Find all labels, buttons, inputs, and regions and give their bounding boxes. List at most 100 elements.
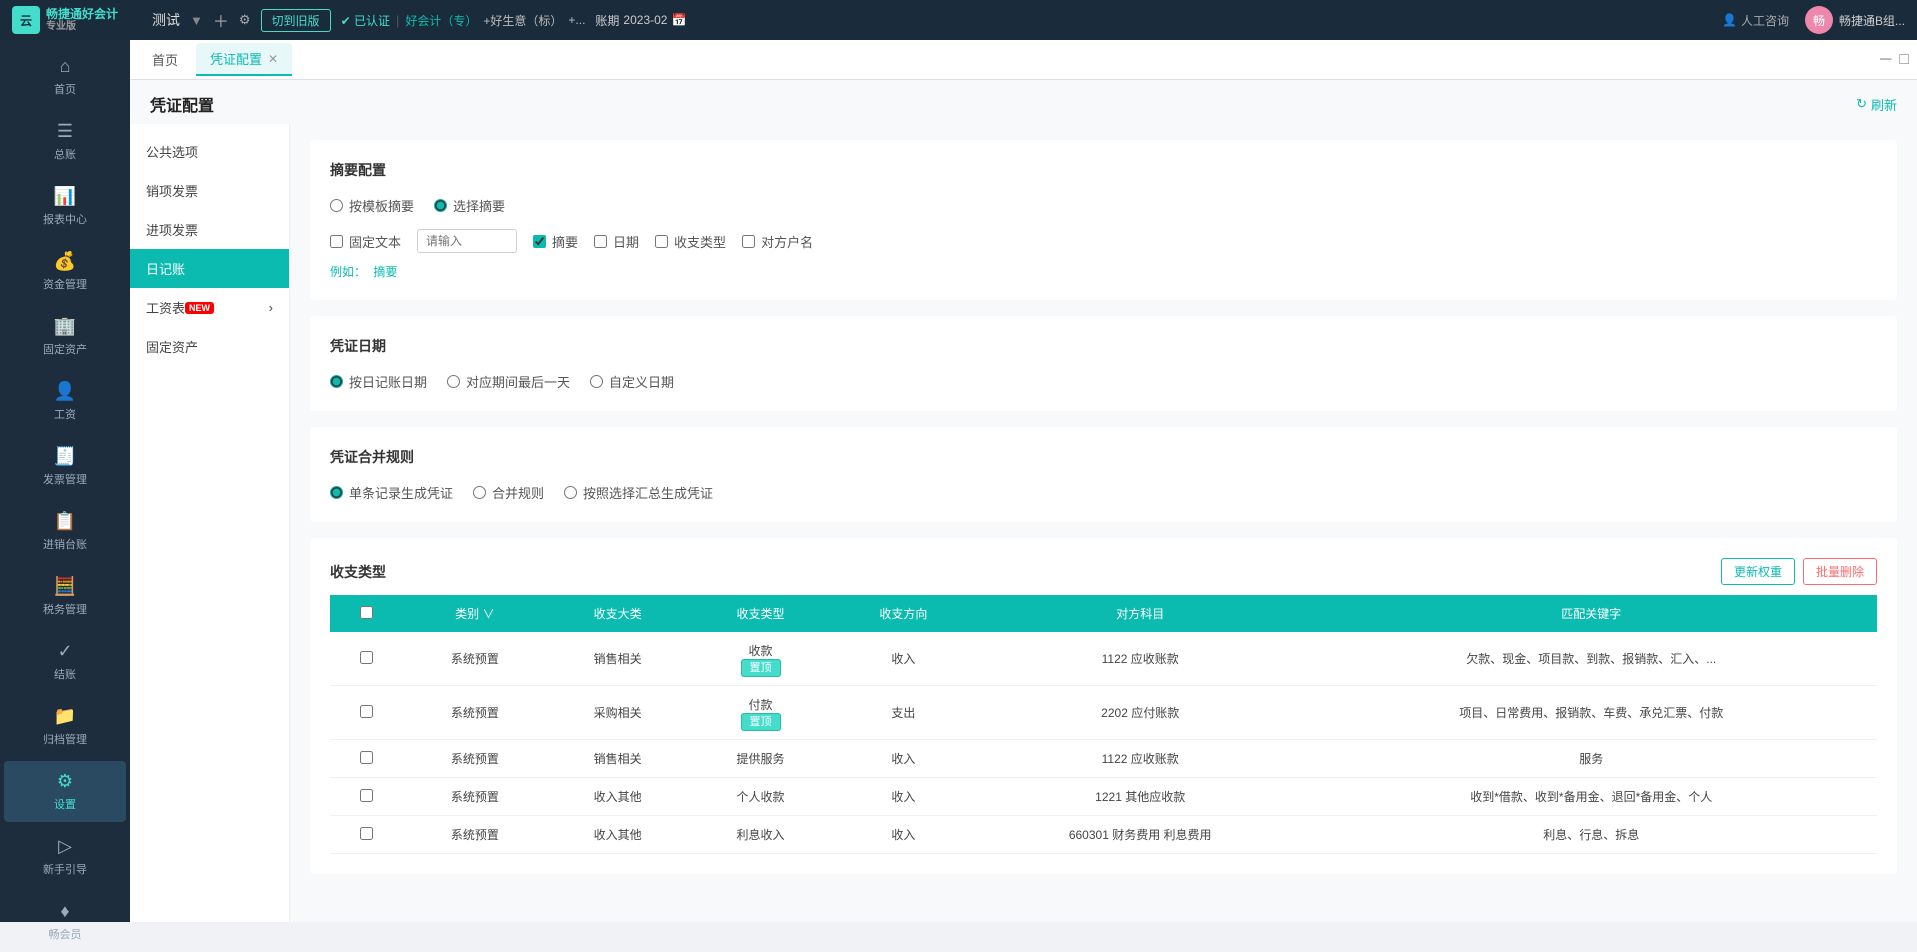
row-direction: 收入: [832, 778, 975, 816]
summary-checkbox-label[interactable]: 摘要: [533, 232, 578, 251]
period-last-radio-label[interactable]: 对应期间最后一天: [447, 372, 570, 391]
selected-total-radio-label[interactable]: 按照选择汇总生成凭证: [564, 483, 713, 502]
calendar-icon[interactable]: 📅: [671, 13, 686, 27]
sidebar-item-settlement[interactable]: ✓ 结账: [4, 631, 126, 692]
tab-home[interactable]: 首页: [138, 44, 192, 75]
date-checkbox[interactable]: [594, 235, 607, 248]
sidebar-item-guide[interactable]: ▷ 新手引导: [4, 826, 126, 887]
fixed-text-input[interactable]: [417, 229, 517, 253]
row-checkbox[interactable]: [360, 651, 373, 664]
sidebar-item-tax[interactable]: 🧮 税务管理: [4, 566, 126, 627]
row-category: 系统预置: [403, 740, 546, 778]
header-settings-icon[interactable]: ⚙: [239, 12, 251, 28]
single-radio[interactable]: [330, 486, 343, 499]
row-type: 收款 置顶: [689, 632, 832, 686]
left-nav-purchase-invoice[interactable]: 进项发票: [130, 210, 289, 249]
update-weight-button[interactable]: 更新权重: [1721, 558, 1795, 585]
left-nav-payroll[interactable]: 工资表 NEW ›: [130, 288, 289, 327]
single-radio-label[interactable]: 单条记录生成凭证: [330, 483, 453, 502]
row-account: 1122 应收账款: [975, 740, 1306, 778]
batch-delete-button[interactable]: 批量删除: [1803, 558, 1877, 585]
sidebar-item-archive[interactable]: 📁 归档管理: [4, 696, 126, 757]
guide-icon: ▷: [58, 836, 72, 857]
merge-radio-label[interactable]: 合并规则: [473, 483, 544, 502]
counterpart-checkbox-label[interactable]: 对方户名: [742, 232, 813, 251]
row-checkbox[interactable]: [360, 705, 373, 718]
journal-date-radio[interactable]: [330, 375, 343, 388]
app-logo: 云 畅捷通好会计 专业版: [12, 6, 142, 34]
voucher-date-section: 凭证日期 按日记账日期 对应期间最后一天 自定义日期: [310, 316, 1897, 411]
col-direction: 收支方向: [832, 595, 975, 632]
select-all-checkbox[interactable]: [360, 606, 373, 619]
row-type: 提供服务: [689, 740, 832, 778]
select-radio[interactable]: [434, 199, 447, 212]
minimize-icon[interactable]: ─: [1880, 51, 1891, 69]
summary-checkbox-row: 固定文本 摘要 日期 收支类型: [330, 229, 1877, 253]
report-icon: 📊: [54, 186, 76, 207]
salary-icon: 👤: [54, 381, 76, 402]
col-checkbox: [330, 595, 403, 632]
left-nav-fixed-assets[interactable]: 固定资产: [130, 327, 289, 366]
maximize-icon[interactable]: □: [1899, 51, 1909, 69]
top-badge[interactable]: 置顶: [741, 659, 781, 677]
left-nav-sales-invoice[interactable]: 销项发票: [130, 171, 289, 210]
sidebar-item-report[interactable]: 📊 报表中心: [4, 176, 126, 237]
switch-version-button[interactable]: 切到旧版: [261, 9, 331, 32]
sidebar-item-settings[interactable]: ⚙ 设置: [4, 761, 126, 822]
row-account: 1122 应收账款: [975, 632, 1306, 686]
template-radio-label[interactable]: 按模板摘要: [330, 196, 414, 215]
header-right: 👤 人工咨询 畅 畅捷通B组...: [1722, 6, 1905, 34]
main-layout: ⌂ 首页 ☰ 总账 📊 报表中心 💰 资金管理 🏢 固定资产 👤 工资 🧾 发票…: [0, 40, 1917, 922]
row-category: 系统预置: [403, 778, 546, 816]
sidebar-item-invoice[interactable]: 🧾 发票管理: [4, 436, 126, 497]
row-checkbox[interactable]: [360, 789, 373, 802]
header-tab-name: 测试: [152, 10, 180, 30]
date-checkbox-label[interactable]: 日期: [594, 232, 639, 251]
fixed-text-checkbox-label[interactable]: 固定文本: [330, 232, 401, 251]
sidebar-item-home[interactable]: ⌂ 首页: [4, 46, 126, 107]
certified-tag: ✔ 已认证: [341, 12, 390, 29]
sidebar-item-assets[interactable]: 🏢 固定资产: [4, 306, 126, 367]
sidebar-item-purchase[interactable]: 📋 进销台账: [4, 501, 126, 562]
tab-close-icon[interactable]: ✕: [268, 52, 278, 66]
type-checkbox[interactable]: [655, 235, 668, 248]
tag-separator: |: [396, 13, 399, 28]
template-radio[interactable]: [330, 199, 343, 212]
table-row: 系统预置 收入其他 利息收入 收入 660301 财务费用 利息费用 利息、行息…: [330, 816, 1877, 854]
voucher-date-radio-group: 按日记账日期 对应期间最后一天 自定义日期: [330, 372, 1877, 391]
header-add-icon[interactable]: ＋: [213, 8, 229, 32]
user-area[interactable]: 畅 畅捷通B组...: [1805, 6, 1905, 34]
row-checkbox-cell: [330, 778, 403, 816]
fixed-text-checkbox[interactable]: [330, 235, 343, 248]
avatar: 畅: [1805, 6, 1833, 34]
logo-icon: 云: [12, 6, 40, 34]
merge-radio[interactable]: [473, 486, 486, 499]
sidebar-item-fund[interactable]: 💰 资金管理: [4, 241, 126, 302]
period-last-radio[interactable]: [447, 375, 460, 388]
summary-checkbox[interactable]: [533, 235, 546, 248]
row-category: 系统预置: [403, 816, 546, 854]
custom-date-radio[interactable]: [590, 375, 603, 388]
counterpart-checkbox[interactable]: [742, 235, 755, 248]
col-category[interactable]: 类别 ∨: [403, 595, 546, 632]
sidebar-item-salary[interactable]: 👤 工资: [4, 371, 126, 432]
sidebar-item-ledger[interactable]: ☰ 总账: [4, 111, 126, 172]
good-accounting-tag: 好会计（专）: [405, 12, 477, 29]
header-chevron-icon[interactable]: ▼: [190, 13, 203, 28]
row-checkbox[interactable]: [360, 751, 373, 764]
tab-voucher-config[interactable]: 凭证配置 ✕: [196, 43, 292, 76]
select-radio-label[interactable]: 选择摘要: [434, 196, 505, 215]
table-body: 系统预置 销售相关 收款 置顶 收入 1122 应收账款 欠款、现金、项目款、到…: [330, 632, 1877, 854]
top-badge[interactable]: 置顶: [741, 713, 781, 731]
selected-total-radio[interactable]: [564, 486, 577, 499]
journal-date-radio-label[interactable]: 按日记账日期: [330, 372, 427, 391]
left-nav-public[interactable]: 公共选项: [130, 132, 289, 171]
custom-date-radio-label[interactable]: 自定义日期: [590, 372, 674, 391]
refresh-button[interactable]: ↻ 刷新: [1856, 95, 1897, 114]
left-nav-journal[interactable]: 日记账: [130, 249, 289, 288]
income-expense-title: 收支类型: [330, 562, 386, 582]
sidebar-item-label: 首页: [54, 81, 76, 97]
row-checkbox[interactable]: [360, 827, 373, 840]
type-checkbox-label[interactable]: 收支类型: [655, 232, 726, 251]
help-button[interactable]: 👤 人工咨询: [1722, 12, 1789, 29]
